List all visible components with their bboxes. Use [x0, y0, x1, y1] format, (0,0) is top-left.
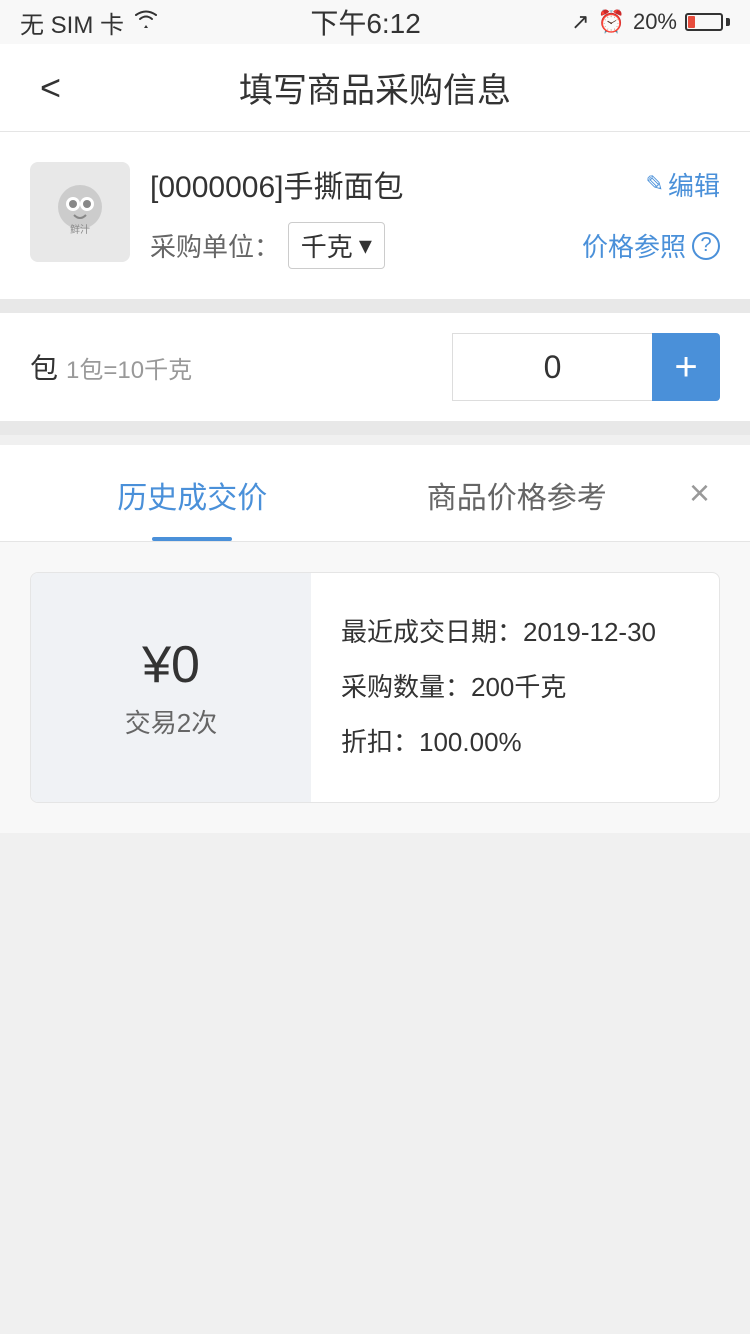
battery-percent: 20% — [633, 9, 677, 35]
quantity-label: 包 1包=10千克 — [30, 347, 192, 387]
price-reference-button[interactable]: 价格参照 ? — [582, 227, 720, 264]
price-summary-left: ¥0 交易2次 — [31, 573, 311, 802]
price-trades: 交易2次 — [125, 703, 217, 740]
tabs-header: 历史成交价 商品价格参考 × — [0, 445, 750, 542]
price-record-card: ¥0 交易2次 最近成交日期：2019-12-30 采购数量：200千克 折扣：… — [30, 572, 720, 803]
section-divider — [0, 299, 750, 313]
product-top-row: [0000006]手撕面包 ✎ 编辑 — [150, 162, 720, 206]
battery-icon — [685, 13, 730, 31]
price-amount: ¥0 — [142, 635, 200, 695]
help-icon: ? — [692, 232, 720, 260]
tab-history-price[interactable]: 历史成交价 — [30, 445, 354, 541]
tab-product-price-ref[interactable]: 商品价格参考 — [354, 445, 678, 541]
product-logo-icon: 鲜汁 — [50, 177, 110, 247]
product-thumbnail: 鲜汁 — [30, 162, 130, 262]
dropdown-arrow-icon: ▾ — [359, 230, 372, 261]
edit-icon: ✎ — [646, 171, 664, 197]
section-divider-2 — [0, 421, 750, 435]
status-bar: 无 SIM 卡 下午6:12 ↗ ⏰ 20% — [0, 0, 750, 44]
status-time: 下午6:12 — [310, 2, 421, 42]
unit-dropdown[interactable]: 千克 ▾ — [288, 222, 385, 269]
status-left: 无 SIM 卡 — [20, 5, 160, 40]
quantity-controls: 0 + — [452, 333, 720, 401]
quantity-plus-button[interactable]: + — [652, 333, 720, 401]
edit-button[interactable]: ✎ 编辑 — [646, 166, 720, 203]
tabs-panel: 历史成交价 商品价格参考 × ¥0 交易2次 最近成交日期：2019-12-30… — [0, 445, 750, 833]
carrier-text: 无 SIM 卡 — [20, 5, 124, 40]
product-info: [0000006]手撕面包 ✎ 编辑 采购单位： 千克 ▾ 价格参照 ? — [150, 162, 720, 269]
price-detail-right: 最近成交日期：2019-12-30 采购数量：200千克 折扣：100.00% — [311, 573, 719, 802]
quantity-row: 包 1包=10千克 0 + — [0, 313, 750, 421]
discount-row: 折扣：100.00% — [341, 723, 689, 762]
tab-close-button[interactable]: × — [679, 462, 720, 524]
quantity-input[interactable]: 0 — [452, 333, 652, 401]
history-price-content: ¥0 交易2次 最近成交日期：2019-12-30 采购数量：200千克 折扣：… — [0, 542, 750, 833]
page-title: 填写商品采购信息 — [239, 63, 511, 112]
purchase-qty-row: 采购数量：200千克 — [341, 668, 689, 707]
unit-selector: 采购单位： 千克 ▾ — [150, 222, 385, 269]
wifi-icon — [132, 8, 160, 36]
location-icon: ↗ — [571, 9, 589, 35]
status-right: ↗ ⏰ 20% — [571, 9, 730, 35]
product-name: [0000006]手撕面包 — [150, 162, 403, 206]
recent-date-row: 最近成交日期：2019-12-30 — [341, 613, 689, 652]
nav-bar: < 填写商品采购信息 — [0, 44, 750, 132]
svg-text:鲜汁: 鲜汁 — [70, 223, 90, 236]
alarm-icon: ⏰ — [598, 9, 625, 35]
product-card: 鲜汁 [0000006]手撕面包 ✎ 编辑 采购单位： 千克 ▾ 价格参照 — [0, 132, 750, 299]
back-button[interactable]: < — [30, 57, 71, 119]
product-unit-row: 采购单位： 千克 ▾ 价格参照 ? — [150, 222, 720, 269]
